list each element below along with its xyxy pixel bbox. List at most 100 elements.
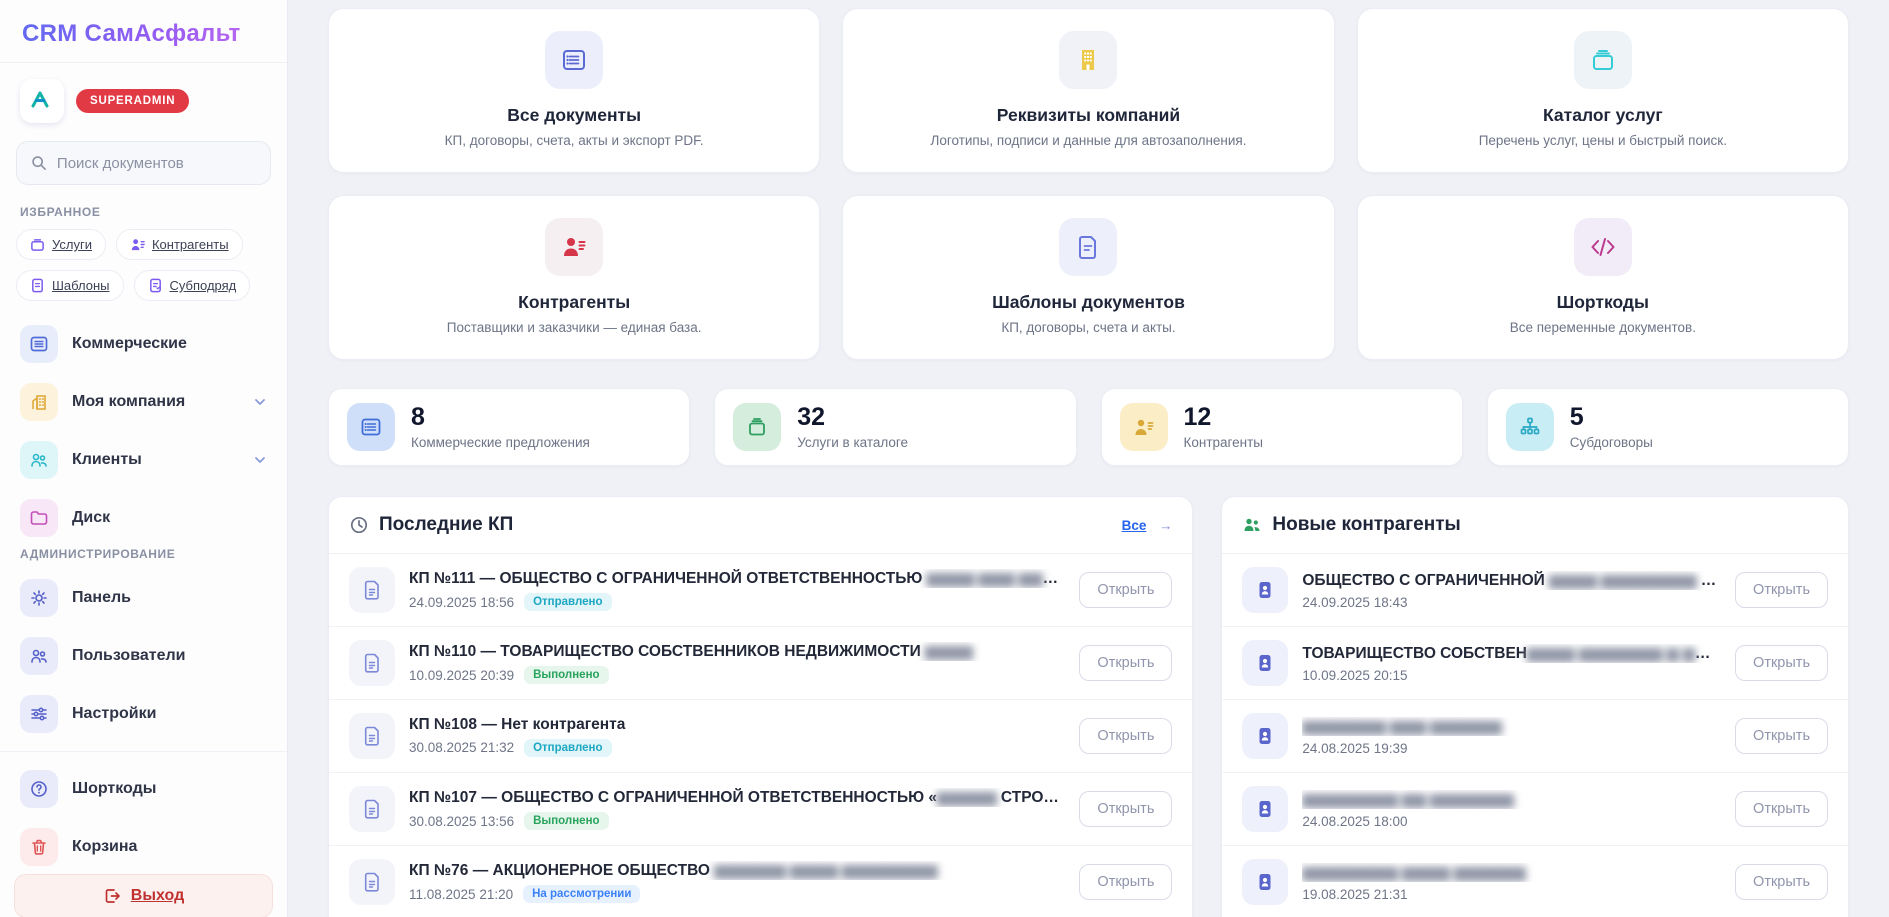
gear-icon [20, 579, 58, 617]
contractor-item-body: ТОВАРИЩЕСТВО СОБСТВЕН▆▆▆▆ ▆▆▆▆▆▆▆ ▆ ▆▆… … [1302, 644, 1721, 683]
redacted-text: ▆▆▆▆ [925, 643, 973, 660]
nav-item-label: Моя компания [72, 393, 186, 410]
contractor-list-item: ОБЩЕСТВО С ОГРАНИЧЕННОЙ ▆▆▆▆ ▆▆▆▆▆▆▆▆ ▆▆… [1222, 554, 1848, 627]
contractor-item-meta: 24.09.2025 18:43 [1302, 595, 1721, 610]
contractor-item-body: ▆▆▆▆▆▆▆▆ ▆▆ ▆▆▆▆▆▆▆ 24.08.2025 18:00 [1302, 790, 1721, 829]
nav-item-disk[interactable]: Диск [14, 491, 273, 545]
kp-item-date: 30.08.2025 13:56 [409, 813, 515, 829]
card-contractors[interactable]: Контрагенты Поставщики и заказчики — еди… [328, 195, 821, 360]
bottom-panels: Последние КП Все → КП №111 — ОБЩЕСТВО С … [328, 496, 1849, 917]
folder-icon [20, 499, 58, 537]
favorite-chip-label: Контрагенты [151, 237, 229, 252]
status-badge: На рассмотрении [523, 885, 641, 903]
kp-item-meta: 30.08.2025 13:56 Выполнено [409, 812, 1065, 830]
status-badge: Выполнено [524, 666, 609, 684]
search-input[interactable] [56, 154, 256, 172]
stat-value: 8 [411, 403, 425, 432]
document-icon [349, 567, 395, 613]
nav-item-users[interactable]: Пользователи [14, 629, 273, 683]
card-document-templates[interactable]: Шаблоны документов КП, договоры, счета и… [842, 195, 1335, 360]
nav-item-clients[interactable]: Клиенты [14, 433, 273, 487]
nav-item-shortcodes[interactable]: Шорткоды [14, 762, 273, 816]
nav-item-label: Диск [72, 509, 111, 526]
admin-section-label: АДМИНИСТРИРОВАНИЕ [20, 547, 176, 561]
favorite-chip-subcontract[interactable]: Субподряд [133, 270, 251, 301]
open-button[interactable]: Открыть [1735, 791, 1828, 827]
kp-item-body: КП №107 — ОБЩЕСТВО С ОГРАНИЧЕННОЙ ОТВЕТС… [409, 788, 1065, 830]
favorite-chip-templates[interactable]: Шаблоны [16, 270, 124, 301]
nav-item-trash[interactable]: Корзина [14, 820, 273, 874]
nav-item-panel[interactable]: Панель [14, 571, 273, 625]
nav-item-label: Корзина [72, 838, 138, 855]
view-all-link[interactable]: Все [1122, 518, 1147, 533]
new-contractors-panel: Новые контрагенты ОБЩЕСТВО С ОГРАНИЧЕННО… [1221, 496, 1849, 917]
stat-label: Коммерческие предложения [411, 434, 590, 450]
card-service-catalog[interactable]: Каталог услуг Перечень услуг, цены и быс… [1356, 8, 1849, 173]
extra-nav: Шорткоды Корзина [14, 762, 273, 874]
kp-list-item: КП №108 — Нет контрагента 30.08.2025 21:… [329, 700, 1193, 773]
chevron-down-icon[interactable] [253, 395, 267, 409]
stat-services-catalog[interactable]: 32 Услуги в каталоге [714, 388, 1077, 466]
favorite-chip-contractors[interactable]: Контрагенты [115, 229, 243, 260]
contractor-item-name: ТОВАРИЩЕСТВО СОБСТВЕН▆▆▆▆ ▆▆▆▆▆▆▆ ▆ ▆▆… [1302, 644, 1722, 662]
contractor-item-name: ▆▆▆▆▆▆▆▆ ▆▆ ▆▆▆▆▆▆▆ [1302, 790, 1721, 809]
contractor-item-date: 19.08.2025 21:31 [1302, 886, 1408, 902]
open-button[interactable]: Открыть [1079, 572, 1173, 608]
card-title: Контрагенты [518, 292, 631, 312]
person-lines-icon [545, 218, 604, 276]
trash-icon [20, 828, 58, 866]
kp-item-date: 24.09.2025 18:56 [409, 594, 515, 610]
card-shortcodes[interactable]: Шорткоды Все переменные документов. [1356, 195, 1849, 360]
open-button[interactable]: Открыть [1079, 791, 1173, 827]
chevron-down-icon[interactable] [253, 453, 267, 467]
catalog-box-icon [733, 403, 782, 451]
nav-item-commercial[interactable]: Коммерческие [14, 317, 273, 371]
card-title: Шаблоны документов [992, 292, 1185, 312]
main-nav: Коммерческие Моя компания Клиенты Диск [14, 317, 273, 545]
nav-item-label: Настройки [72, 705, 157, 722]
contractor-item-date: 24.08.2025 18:00 [1302, 813, 1408, 829]
contact-card-icon [1242, 859, 1289, 905]
favorite-chip-label: Субподряд [169, 278, 237, 293]
contractor-list-item: ТОВАРИЩЕСТВО СОБСТВЕН▆▆▆▆ ▆▆▆▆▆▆▆ ▆ ▆▆… … [1222, 627, 1848, 700]
open-button[interactable]: Открыть [1735, 572, 1828, 608]
stat-commercial-offers[interactable]: 8 Коммерческие предложения [328, 388, 691, 466]
stat-subcontracts[interactable]: 5 Субдоговоры [1486, 388, 1849, 466]
stat-value: 32 [797, 403, 826, 432]
kp-item-meta: 11.08.2025 21:20 На рассмотрении [409, 885, 1065, 903]
open-button[interactable]: Открыть [1079, 718, 1173, 754]
search-box[interactable] [16, 141, 271, 185]
sliders-icon [20, 695, 58, 733]
redacted-text: ▆▆▆▆▆▆▆ ▆▆▆ ▆▆▆▆▆▆ [1302, 717, 1502, 735]
contractor-item-meta: 24.08.2025 18:00 [1302, 814, 1721, 829]
person-lines-icon [1119, 403, 1168, 451]
favorite-chip-services[interactable]: Услуги [16, 229, 106, 260]
open-button[interactable]: Открыть [1735, 718, 1828, 754]
card-title: Каталог услуг [1543, 105, 1663, 125]
nav-item-label: Коммерческие [72, 335, 187, 352]
card-company-details[interactable]: Реквизиты компаний Логотипы, подписи и д… [842, 8, 1335, 173]
person-lines-icon [131, 239, 145, 251]
nav-item-settings[interactable]: Настройки [14, 687, 273, 741]
open-button[interactable]: Открыть [1079, 864, 1173, 900]
recent-kp-header: Последние КП Все → [329, 497, 1193, 554]
favorite-chip-label: Услуги [52, 237, 92, 252]
card-all-documents[interactable]: Все документы КП, договоры, счета, акты … [328, 8, 821, 173]
contact-card-icon [1242, 567, 1289, 613]
kp-item-meta: 30.08.2025 21:32 Отправлено [409, 738, 1065, 757]
open-button[interactable]: Открыть [1735, 864, 1828, 900]
kp-item-title: КП №110 — ТОВАРИЩЕСТВО СОБСТВЕННИКОВ НЕД… [409, 643, 973, 660]
open-button[interactable]: Открыть [1735, 645, 1828, 681]
divider [0, 62, 287, 63]
logout-button[interactable]: Выход [14, 874, 273, 917]
stat-contractors[interactable]: 12 Контрагенты [1100, 388, 1463, 466]
document-icon [349, 713, 395, 759]
contractor-list-item: ▆▆▆▆▆▆▆▆ ▆▆ ▆▆▆▆▆▆▆ 24.08.2025 18:00 Отк… [1222, 773, 1848, 846]
status-badge: Отправлено [524, 738, 612, 757]
catalog-box-icon [1573, 31, 1632, 89]
open-button[interactable]: Открыть [1079, 645, 1173, 681]
box-icon [31, 239, 44, 251]
recent-kp-panel: Последние КП Все → КП №111 — ОБЩЕСТВО С … [328, 496, 1194, 917]
contractor-item-name: ОБЩЕСТВО С ОГРАНИЧЕННОЙ ▆▆▆▆ ▆▆▆▆▆▆▆▆ ▆▆… [1302, 571, 1721, 590]
nav-item-my-company[interactable]: Моя компания [14, 375, 273, 429]
